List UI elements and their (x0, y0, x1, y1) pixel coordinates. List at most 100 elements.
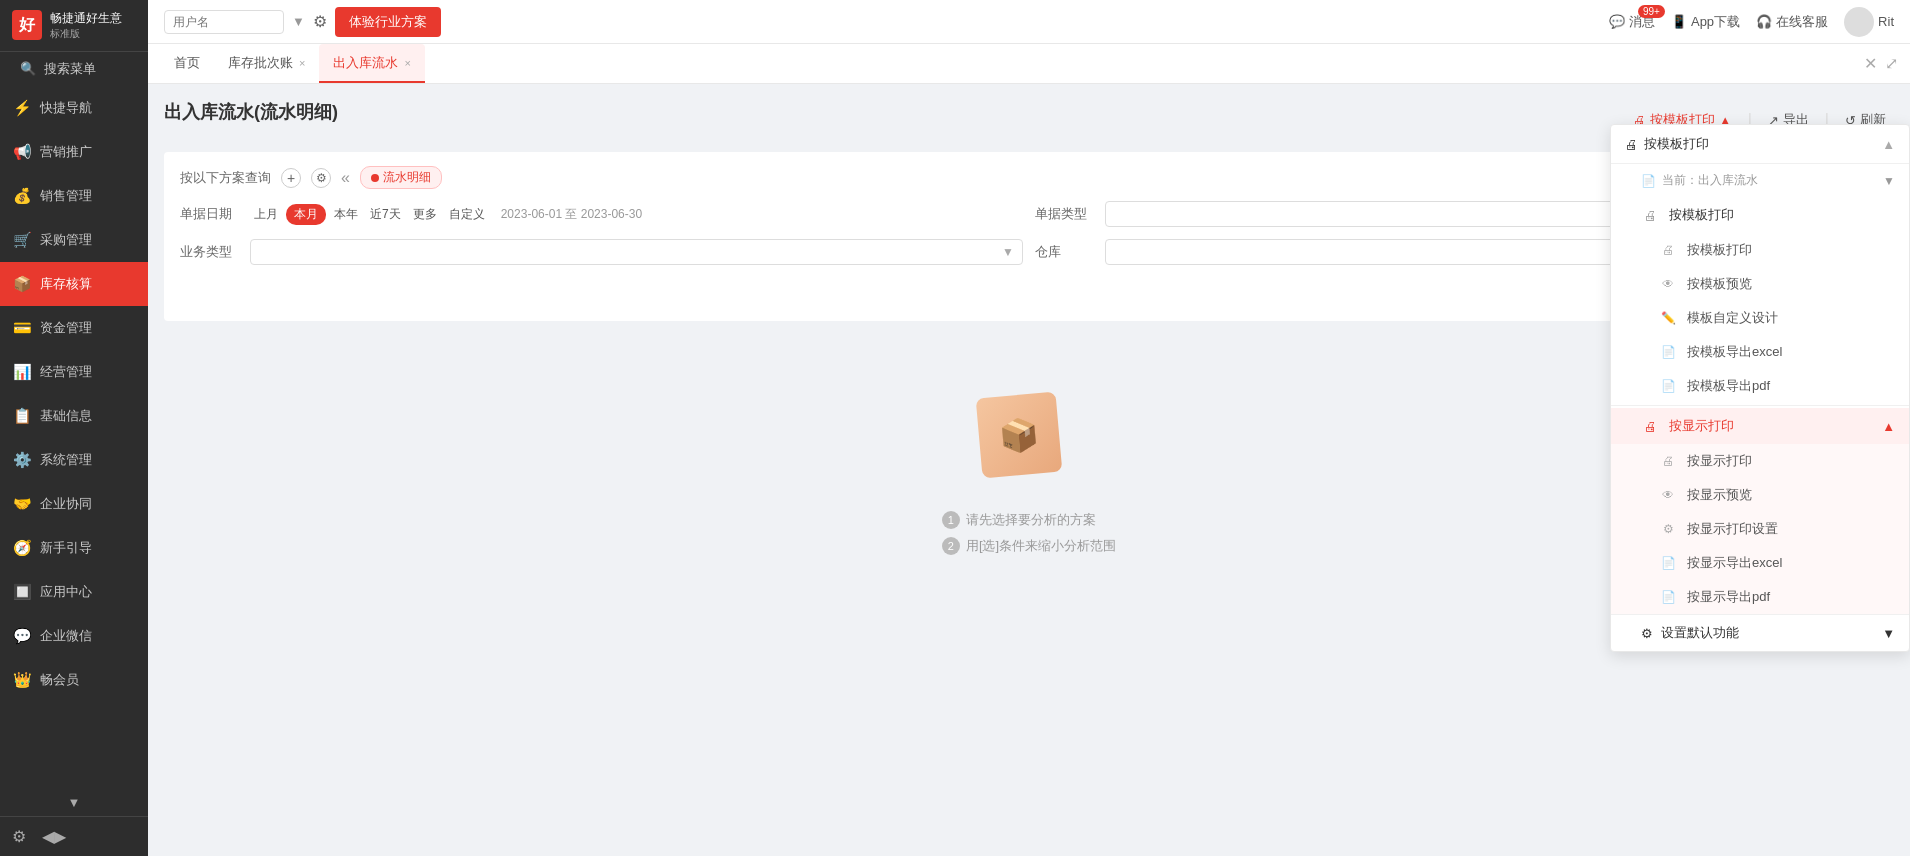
sidebar-item-guide[interactable]: 🧭 新手引导 (0, 526, 148, 570)
tab-flow-detail[interactable]: 出入库流水 × (319, 44, 424, 83)
sidebar-item-marketing[interactable]: 📢 营销推广 (0, 130, 148, 174)
trial-button[interactable]: 体验行业方案 (335, 7, 441, 37)
tab-close-flow-detail[interactable]: × (404, 57, 410, 69)
inventory-icon: 📦 (12, 274, 32, 294)
search-icon: 🔍 (20, 61, 36, 76)
user-profile[interactable]: Rit (1844, 7, 1894, 37)
tab-inventory-batch[interactable]: 库存批次账 × (214, 44, 319, 83)
template-print-icon: 🖨 (1659, 241, 1677, 259)
date-opt-this-month[interactable]: 本月 (286, 204, 326, 225)
app-download-button[interactable]: 📱 App下载 (1671, 13, 1740, 31)
printer-panel-icon: 🖨 (1625, 137, 1638, 152)
set-default-icon: ⚙ (1641, 626, 1653, 641)
dropdown-panel-title: 🖨 按模板打印 (1625, 135, 1709, 153)
marketing-icon: 📢 (12, 142, 32, 162)
sidebar-item-app-center[interactable]: 🔲 应用中心 (0, 570, 148, 614)
sidebar-item-quick-nav[interactable]: ⚡ 快捷导航 (0, 86, 148, 130)
dropdown-footer-arrow: ▼ (1882, 626, 1895, 641)
sidebar-item-system[interactable]: ⚙️ 系统管理 (0, 438, 148, 482)
display-export-excel-item[interactable]: 📄 按显示导出excel (1611, 546, 1909, 580)
settings-bottom-icon[interactable]: ⚙ (12, 827, 26, 846)
tab-home[interactable]: 首页 (160, 44, 214, 83)
sidebar-item-vip[interactable]: 👑 畅会员 (0, 658, 148, 702)
collapse-sidebar-icon[interactable]: ◀▶ (42, 827, 66, 846)
top-header: ▼ ⚙ 体验行业方案 💬 消息 99+ 📱 App下载 🎧 在线客服 (148, 0, 1910, 44)
display-print-settings-item[interactable]: ⚙ 按显示打印设置 (1611, 512, 1909, 546)
sidebar-item-operations[interactable]: 📊 经营管理 (0, 350, 148, 394)
logo-icon: 好 (12, 10, 42, 40)
display-print-section-header[interactable]: 🖨 按显示打印 ▲ (1611, 408, 1909, 444)
filter-add-button[interactable]: + (281, 168, 301, 188)
header-dropdown-icon[interactable]: ▼ (292, 14, 305, 29)
sidebar-scroll-down[interactable]: ▼ (0, 789, 148, 816)
sidebar-item-finance[interactable]: 💳 资金管理 (0, 306, 148, 350)
user-input[interactable] (164, 10, 284, 34)
message-icon: 💬 (1609, 14, 1625, 29)
app-center-icon: 🔲 (12, 582, 32, 602)
basic-info-icon: 📋 (12, 406, 32, 426)
vip-icon: 👑 (12, 670, 32, 690)
page-content: 出入库流水(流水明细) 🖨 按模板打印 ▲ | ↗ 导出 | ↺ (148, 84, 1910, 856)
template-print-item[interactable]: 🖨 按模板打印 (1611, 233, 1909, 267)
template-preview-item[interactable]: 👁 按模板预览 (1611, 267, 1909, 301)
template-preview-icon: 👁 (1659, 275, 1677, 293)
filter-tag-dot (371, 174, 379, 182)
template-customize-item[interactable]: ✏️ 模板自定义设计 (1611, 301, 1909, 335)
template-export-pdf-item[interactable]: 📄 按模板导出pdf (1611, 369, 1909, 403)
date-opt-7days[interactable]: 近7天 (366, 204, 405, 225)
expand-window-icon[interactable]: ⤢ (1885, 54, 1898, 73)
dropdown-panel-header: 🖨 按模板打印 ▲ (1611, 125, 1909, 164)
display-export-pdf-icon: 📄 (1659, 588, 1677, 606)
quick-nav-icon: ⚡ (12, 98, 32, 118)
main-content: ▼ ⚙ 体验行业方案 💬 消息 99+ 📱 App下载 🎧 在线客服 (148, 0, 1910, 856)
empty-icon: 📦 (979, 395, 1079, 495)
template-export-excel-icon: 📄 (1659, 343, 1677, 361)
header-left: ▼ ⚙ 体验行业方案 (164, 7, 441, 37)
dropdown-current-context[interactable]: 📄 当前：出入库流水 ▼ (1611, 164, 1909, 197)
template-print-section-header[interactable]: 🖨 按模板打印 (1611, 197, 1909, 233)
message-button[interactable]: 💬 消息 99+ (1609, 13, 1655, 31)
filter-collapse-icon[interactable]: « (341, 169, 350, 187)
wechat-icon: 💬 (12, 626, 32, 646)
date-opt-this-year[interactable]: 本年 (330, 204, 362, 225)
user-avatar (1844, 7, 1874, 37)
sidebar-item-enterprise[interactable]: 🤝 企业协同 (0, 482, 148, 526)
sidebar-item-wechat[interactable]: 💬 企业微信 (0, 614, 148, 658)
template-customize-icon: ✏️ (1659, 309, 1677, 327)
display-preview-item[interactable]: 👁 按显示预览 (1611, 478, 1909, 512)
empty-hint-2: 2 用[选]条件来缩小分析范围 (942, 537, 1116, 555)
section-divider (1611, 405, 1909, 406)
display-export-pdf-item[interactable]: 📄 按显示导出pdf (1611, 580, 1909, 614)
set-default-function-button[interactable]: ⚙ 设置默认功能 ▼ (1611, 614, 1909, 651)
display-print-section-arrow: ▲ (1882, 419, 1895, 434)
filter-settings-button[interactable]: ⚙ (311, 168, 331, 188)
header-gear-icon[interactable]: ⚙ (313, 12, 327, 31)
empty-hint-1: 1 请先选择要分析的方案 (942, 511, 1116, 529)
filter-date-control: 上月 本月 本年 近7天 更多 自定义 2023-06-01 至 2023-06… (250, 204, 1023, 225)
sidebar: 好 畅捷通好生意 标准版 🔍 搜索菜单 ⚡ 快捷导航 📢 营销推广 💰 销售管理 (0, 0, 148, 856)
sidebar-item-purchase[interactable]: 🛒 采购管理 (0, 218, 148, 262)
date-options: 上月 本月 本年 近7天 更多 自定义 (250, 204, 489, 225)
sidebar-item-inventory[interactable]: 📦 库存核算 (0, 262, 148, 306)
date-opt-last-month[interactable]: 上月 (250, 204, 282, 225)
dropdown-current-arrow: ▼ (1883, 174, 1895, 188)
current-context-icon: 📄 (1641, 174, 1656, 188)
sidebar-item-sales[interactable]: 💰 销售管理 (0, 174, 148, 218)
sidebar-item-basic-info[interactable]: 📋 基础信息 (0, 394, 148, 438)
close-window-icon[interactable]: ✕ (1864, 54, 1877, 73)
search-menu[interactable]: 🔍 搜索菜单 (0, 52, 148, 86)
date-opt-more[interactable]: 更多 (409, 204, 441, 225)
business-type-select[interactable]: ▼ (250, 239, 1023, 265)
dropdown-panel-collapse-icon[interactable]: ▲ (1882, 137, 1895, 152)
operations-icon: 📊 (12, 362, 32, 382)
online-service-button[interactable]: 🎧 在线客服 (1756, 13, 1828, 31)
logo-text: 畅捷通好生意 标准版 (50, 10, 122, 41)
tab-close-inventory-batch[interactable]: × (299, 57, 305, 69)
display-print-item[interactable]: 🖨 按显示打印 (1611, 444, 1909, 478)
display-print-icon: 🖨 (1659, 452, 1677, 470)
template-export-excel-item[interactable]: 📄 按模板导出excel (1611, 335, 1909, 369)
sidebar-logo: 好 畅捷通好生意 标准版 (0, 0, 148, 52)
date-opt-custom[interactable]: 自定义 (445, 204, 489, 225)
page-title: 出入库流水(流水明细) (164, 100, 338, 124)
app-download-icon: 📱 (1671, 14, 1687, 29)
